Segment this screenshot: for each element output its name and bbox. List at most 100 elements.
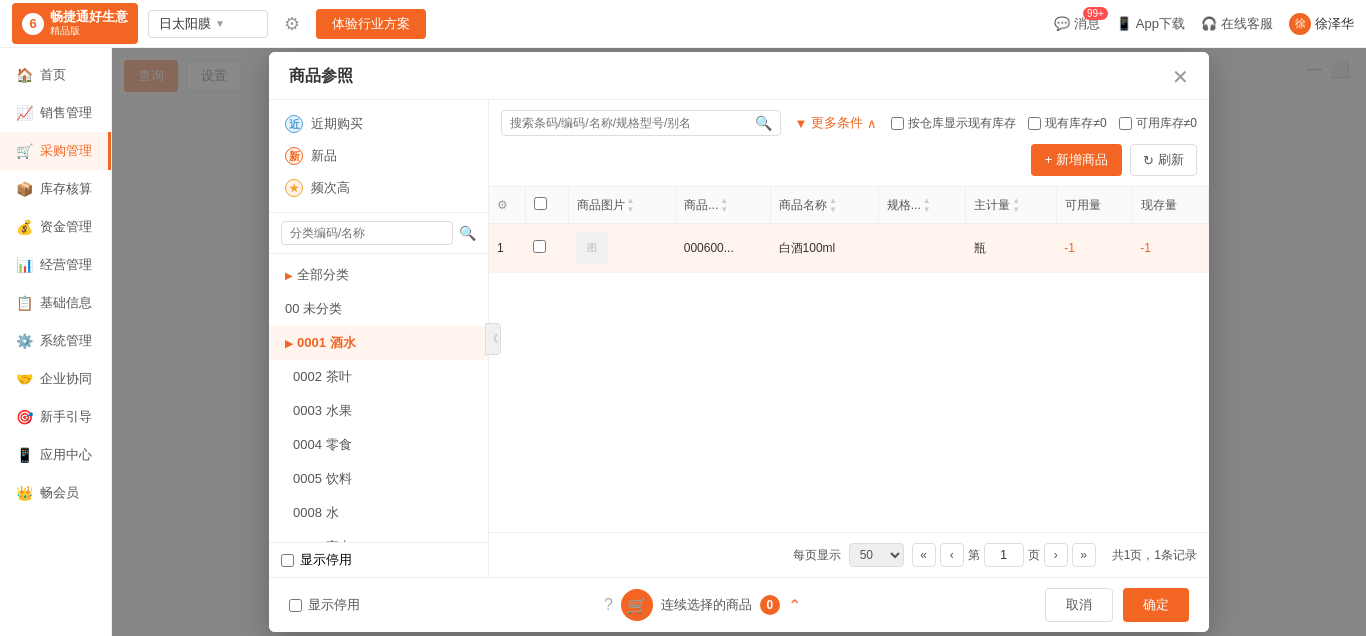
category-search-input[interactable]: [281, 221, 453, 245]
category-item-tea[interactable]: 0002 茶叶: [269, 360, 488, 394]
page-size-select[interactable]: 10 20 50 100: [849, 543, 904, 567]
main-layout: 🏠 首页 📈 销售管理 🛒 采购管理 📦 库存核算 💰 资金管理 📊 经营管理 …: [0, 48, 1366, 636]
sidebar-item-sales[interactable]: 📈 销售管理: [0, 94, 111, 132]
th-unit[interactable]: 主计量 ▲▼: [966, 187, 1056, 224]
gear-icon[interactable]: ⚙: [278, 13, 306, 35]
modal-header: 商品参照 ✕: [269, 52, 1209, 100]
category-item-all[interactable]: ▶ 全部分类: [269, 258, 488, 292]
modal-close-button[interactable]: ✕: [1172, 67, 1189, 87]
product-image: 图: [576, 232, 608, 264]
apps-icon: 📱: [16, 447, 32, 463]
cb-available-nonzero[interactable]: 可用库存≠0: [1119, 115, 1197, 132]
help-icon[interactable]: ?: [604, 596, 613, 614]
category-item-fruit[interactable]: 0003 水果: [269, 394, 488, 428]
th-name[interactable]: 商品名称 ▲▼: [771, 187, 879, 224]
checkbox-group: 按仓库显示现有库存 现有库存≠0 可用库存≠0: [891, 115, 1197, 132]
table-row[interactable]: 1 图 000600... 白酒100ml: [489, 224, 1209, 273]
th-stock: 现存量: [1132, 187, 1208, 224]
show-disabled-label: 显示停用: [300, 551, 352, 569]
prev-page-button[interactable]: ‹: [940, 543, 964, 567]
sidebar-item-operations[interactable]: 📊 经营管理: [0, 246, 111, 284]
online-service-button[interactable]: 🎧 在线客服: [1201, 15, 1273, 33]
product-search-input[interactable]: [510, 116, 751, 130]
filter-button[interactable]: ▼ 更多条件 ∧: [789, 110, 884, 136]
category-item-snack[interactable]: 0004 零食: [269, 428, 488, 462]
app-download-button[interactable]: 📱 App下载: [1116, 15, 1185, 33]
show-disabled-footer-checkbox[interactable]: [289, 599, 302, 612]
sidebar-item-inventory[interactable]: 📦 库存核算: [0, 170, 111, 208]
category-item-uncategorized[interactable]: 00 未分类: [269, 292, 488, 326]
sidebar-item-apps[interactable]: 📱 应用中心: [0, 436, 111, 474]
cart-button[interactable]: 🛒: [621, 589, 653, 621]
add-product-button[interactable]: + 新增商品: [1031, 144, 1122, 176]
sidebar-item-member[interactable]: 👑 畅会员: [0, 474, 111, 512]
app-icon: 📱: [1116, 16, 1132, 31]
th-image[interactable]: 商品图片 ▲▼: [568, 187, 676, 224]
cancel-button[interactable]: 取消: [1045, 588, 1113, 622]
confirm-button[interactable]: 确定: [1123, 588, 1189, 622]
user-area[interactable]: 徐 徐泽华: [1289, 13, 1354, 35]
messages-button[interactable]: 💬 消息 99+: [1054, 15, 1100, 33]
sidebar-item-system[interactable]: ⚙️ 系统管理: [0, 322, 111, 360]
cb-warehouse-display[interactable]: 按仓库显示现有库存: [891, 115, 1016, 132]
logo[interactable]: 6 畅捷通好生意 精品版: [12, 3, 138, 45]
sidebar-label-guide: 新手引导: [40, 408, 92, 426]
modal-right-panel: 🔍 ▼ 更多条件 ∧ 按仓库显示现有库存: [489, 100, 1209, 577]
category-item-beverage[interactable]: 0005 饮料: [269, 462, 488, 496]
sales-icon: 📈: [16, 105, 32, 121]
sidebar-item-purchase[interactable]: 🛒 采购管理: [0, 132, 111, 170]
product-search-icon[interactable]: 🔍: [755, 115, 772, 131]
next-page-button[interactable]: ›: [1044, 543, 1068, 567]
select-all-checkbox[interactable]: [534, 197, 547, 210]
cb-stock-nonzero[interactable]: 现有库存≠0: [1028, 115, 1106, 132]
category-label-tea: 0002 茶叶: [293, 368, 352, 386]
collapse-panel-button[interactable]: 《: [485, 323, 501, 355]
th-code[interactable]: 商品... ▲▼: [676, 187, 771, 224]
sidebar-item-finance[interactable]: 💰 资金管理: [0, 208, 111, 246]
category-search-icon[interactable]: 🔍: [459, 225, 476, 241]
cb-warehouse-input[interactable]: [891, 117, 904, 130]
system-icon: ⚙️: [16, 333, 32, 349]
th-spec[interactable]: 规格... ▲▼: [878, 187, 966, 224]
category-label-liquor: 0001 酒水: [297, 334, 356, 352]
modal-overlay: 商品参照 ✕ 近 近期购买 新: [112, 48, 1366, 636]
quick-link-recent[interactable]: 近 近期购买: [269, 108, 488, 140]
table-gear-icon[interactable]: ⚙: [497, 198, 508, 212]
th-gear[interactable]: ⚙: [489, 187, 525, 224]
show-disabled-checkbox[interactable]: [281, 554, 294, 567]
cb-stock-input[interactable]: [1028, 117, 1041, 130]
quick-links: 近 近期购买 新 新品 ★ 频次高: [269, 100, 488, 213]
category-item-liquor[interactable]: ▶ 0001 酒水: [269, 326, 488, 360]
sidebar-label-purchase: 采购管理: [40, 142, 92, 160]
sidebar-item-collab[interactable]: 🤝 企业协同: [0, 360, 111, 398]
quick-link-freq-label: 频次高: [311, 179, 350, 197]
sidebar-label-apps: 应用中心: [40, 446, 92, 464]
page-number-input[interactable]: [984, 543, 1024, 567]
product-table: ⚙ 商品图片 ▲▼: [489, 187, 1209, 273]
category-item-appliances[interactable]: 0010 家电: [269, 530, 488, 542]
th-spec-label: 规格...: [887, 197, 921, 214]
headset-icon: 🎧: [1201, 16, 1217, 31]
row-checkbox[interactable]: [533, 240, 546, 253]
sidebar-label-basic-info: 基础信息: [40, 294, 92, 312]
sidebar-item-guide[interactable]: 🎯 新手引导: [0, 398, 111, 436]
refresh-label: 刷新: [1158, 151, 1184, 169]
refresh-button[interactable]: ↻ 刷新: [1130, 144, 1197, 176]
td-checkbox[interactable]: [525, 224, 568, 273]
last-page-button[interactable]: »: [1072, 543, 1096, 567]
category-item-water[interactable]: 0008 水: [269, 496, 488, 530]
sidebar-item-basic-info[interactable]: 📋 基础信息: [0, 284, 111, 322]
sort-arrows-spec: ▲▼: [923, 196, 931, 214]
first-page-button[interactable]: «: [912, 543, 936, 567]
toolbar-right: + 新增商品 ↻ 刷新: [1031, 144, 1197, 176]
collapse-cart-icon[interactable]: ⌃: [788, 596, 801, 615]
category-label-fruit: 0003 水果: [293, 402, 352, 420]
quick-link-new[interactable]: 新 新品: [269, 140, 488, 172]
td-unit: 瓶: [966, 224, 1056, 273]
sidebar-item-home[interactable]: 🏠 首页: [0, 56, 111, 94]
basic-info-icon: 📋: [16, 295, 32, 311]
nav-dropdown[interactable]: 日太阳膜 ▼: [148, 10, 268, 38]
quick-link-frequent[interactable]: ★ 频次高: [269, 172, 488, 204]
trial-button[interactable]: 体验行业方案: [316, 9, 426, 39]
cb-available-input[interactable]: [1119, 117, 1132, 130]
